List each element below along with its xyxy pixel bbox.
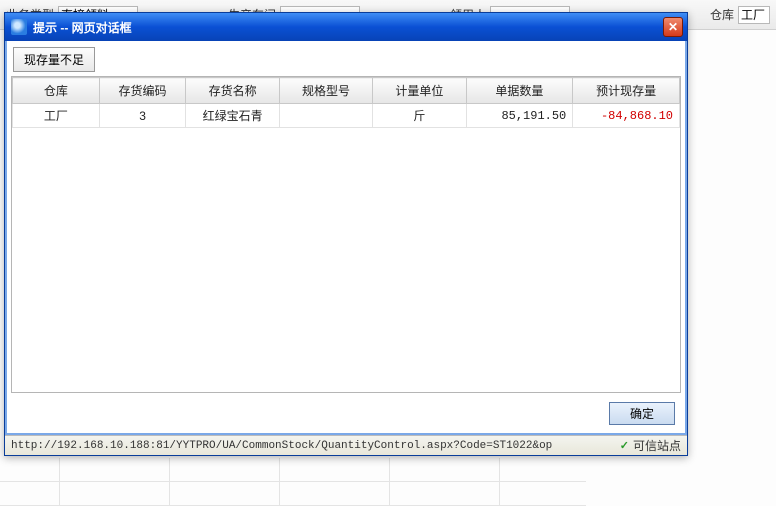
- grid-header-row: 仓库 存货编码 存货名称 规格型号 计量单位 单据数量 预计现存量: [13, 78, 680, 104]
- dialog-title: 提示 -- 网页对话框: [33, 19, 663, 36]
- status-url: http://192.168.10.188:81/YYTPRO/UA/Commo…: [11, 440, 616, 452]
- cell-expected: -84,868.10: [573, 104, 680, 128]
- col-unit[interactable]: 计量单位: [373, 78, 466, 104]
- col-code[interactable]: 存货编码: [99, 78, 186, 104]
- webpage-dialog: 提示 -- 网页对话框 ✕ 现存量不足 仓库 存货编码 存货名称 规格型号 计量: [4, 12, 688, 456]
- col-spec[interactable]: 规格型号: [279, 78, 372, 104]
- table-row[interactable]: 工厂 3 红绿宝石青 斤 85,191.50 -84,868.10: [13, 104, 680, 128]
- cell-code: 3: [99, 104, 186, 128]
- ie-icon: [11, 19, 27, 35]
- col-name[interactable]: 存货名称: [186, 78, 279, 104]
- ok-button[interactable]: 确定: [609, 402, 675, 425]
- cell-spec: [279, 104, 372, 128]
- dialog-body: 现存量不足 仓库 存货编码 存货名称 规格型号 计量单位 单据数量 预计现存: [5, 41, 687, 435]
- col-qty[interactable]: 单据数量: [466, 78, 573, 104]
- checkmark-icon: ✓: [620, 439, 629, 453]
- status-bar: http://192.168.10.188:81/YYTPRO/UA/Commo…: [5, 435, 687, 455]
- stock-grid: 仓库 存货编码 存货名称 规格型号 计量单位 单据数量 预计现存量 工厂 3 红…: [11, 76, 681, 393]
- col-warehouse[interactable]: 仓库: [13, 78, 100, 104]
- bg-label-warehouse: 仓库: [710, 6, 734, 23]
- cell-unit: 斤: [373, 104, 466, 128]
- grid-empty-area: [12, 128, 680, 392]
- cell-warehouse: 工厂: [13, 104, 100, 128]
- tab-insufficient-stock[interactable]: 现存量不足: [13, 47, 95, 72]
- close-button[interactable]: ✕: [663, 17, 683, 37]
- tab-row: 现存量不足: [7, 41, 685, 76]
- cell-name: 红绿宝石青: [186, 104, 279, 128]
- bg-field-warehouse[interactable]: [738, 6, 770, 24]
- trusted-site-label: 可信站点: [633, 437, 681, 454]
- dialog-titlebar[interactable]: 提示 -- 网页对话框 ✕: [5, 13, 687, 41]
- dialog-button-row: 确定: [609, 402, 675, 425]
- cell-qty: 85,191.50: [466, 104, 573, 128]
- col-expected[interactable]: 预计现存量: [573, 78, 680, 104]
